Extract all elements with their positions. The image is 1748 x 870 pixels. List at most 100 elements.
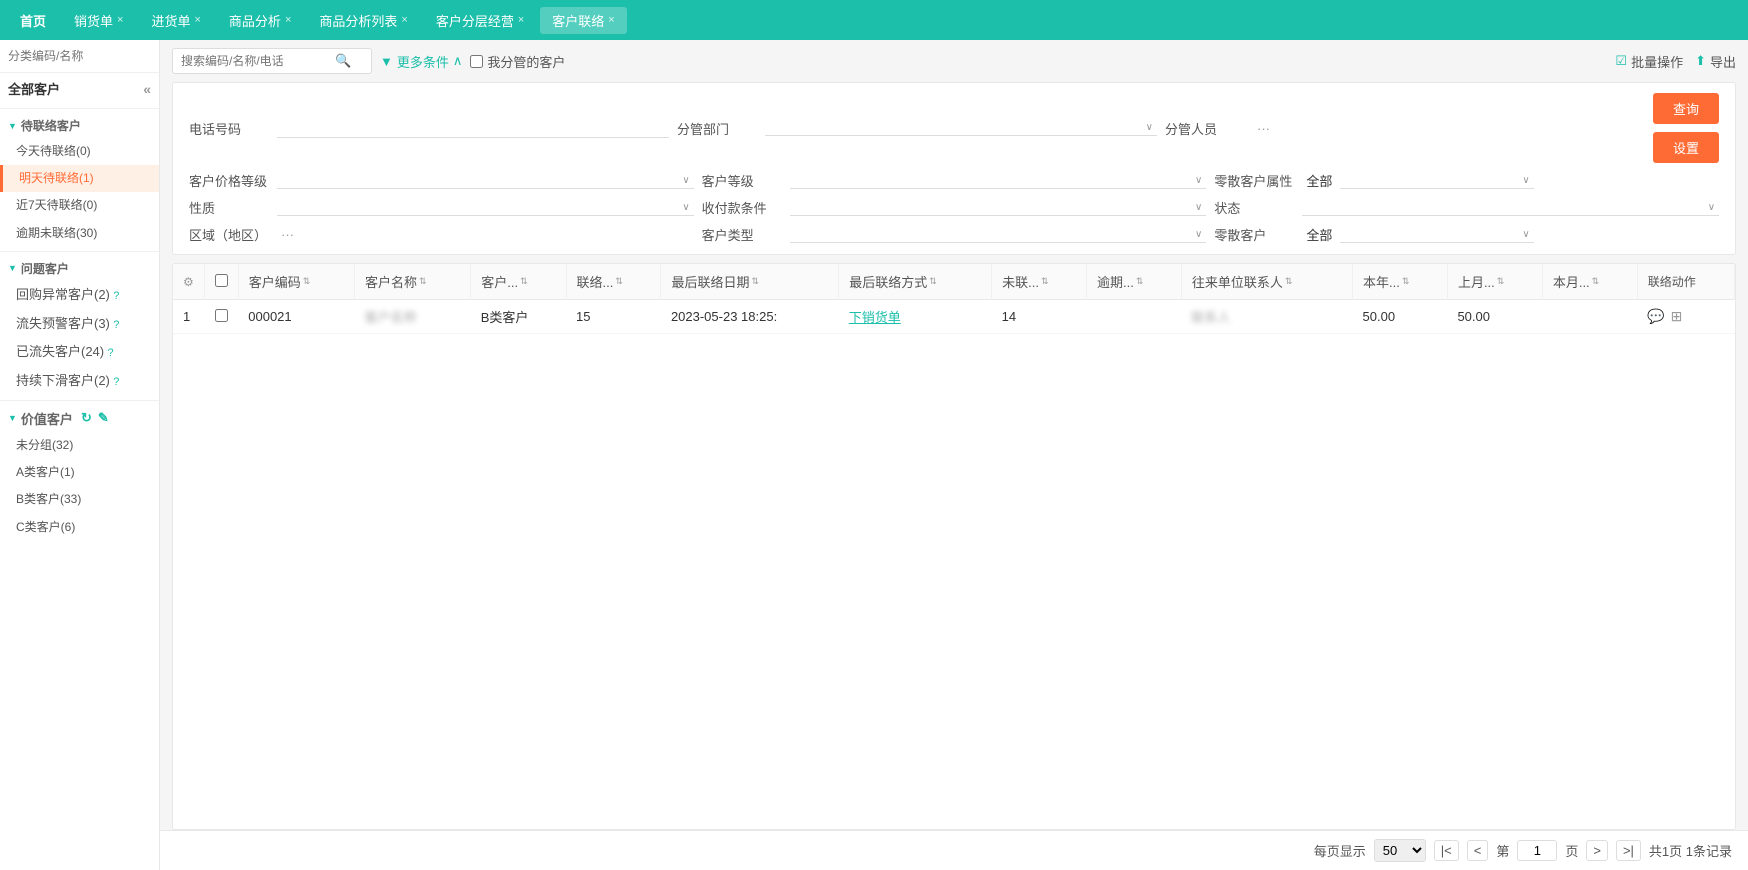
row-action-comment[interactable]: 💬 [1647,308,1664,325]
filter-customer-level-label: 客户等级 [702,171,782,190]
row-actions: 💬 ⊞ [1647,308,1724,325]
sidebar-divider-2 [0,251,159,252]
main-layout: 🔍 全部客户 « 待联络客户 今天待联络(0) 明天待联络(1) 近7天待联络(… [0,40,1748,870]
row-this-month [1542,300,1637,334]
filter-price-level-select[interactable]: ∨ [277,173,694,189]
filter-retail-attr-label: 零散客户属性 [1214,171,1294,190]
close-sales-tab[interactable]: × [117,14,123,26]
sidebar-item-7days[interactable]: 近7天待联络(0) [0,192,159,219]
sidebar-search-area: 🔍 [0,40,159,73]
col-checkbox-all[interactable] [204,264,238,300]
set-button[interactable]: 设置 [1653,132,1719,163]
page-size-select[interactable]: 50 10 20 100 [1374,839,1426,862]
pagination: 每页显示 50 10 20 100 |< < 第 页 > >| 共1页 1条记录 [160,830,1748,870]
query-button[interactable]: 查询 [1653,93,1719,124]
filter-row-4: 区域（地区） ··· 客户类型 ∨ 零散客户 全部 ∨ [189,225,1719,244]
sidebar-item-overdue[interactable]: 逾期未联络(30) [0,220,159,247]
first-page-btn[interactable]: |< [1434,840,1459,861]
row-no: 1 [173,300,204,334]
nav-home[interactable]: 首页 [8,7,58,34]
nav-sales[interactable]: 销货单 × [62,7,135,34]
page-number-input[interactable] [1517,840,1557,861]
filter-status-select[interactable]: ∨ [1302,200,1719,216]
sidebar-item-repurchase[interactable]: 回购异常客户(2) ? [0,281,159,310]
sidebar-item-b-class[interactable]: B类客户(33) [0,486,159,513]
filter-customer-level-select[interactable]: ∨ [790,173,1207,189]
toolbar: 🔍 ▼ 更多条件 ∧ 我分管的客户 ☑ 批量操作 ⬆ 导出 [160,40,1748,82]
sidebar-item-declining[interactable]: 持续下滑客户(2) ? [0,367,159,396]
filter-person: 分管人员 ··· [1165,119,1645,138]
filter-row-1: 电话号码 分管部门 ∨ 分管人员 ··· 查询 设置 [189,93,1719,163]
search-input[interactable] [181,54,331,68]
row-last-month: 50.00 [1447,300,1542,334]
sidebar-item-churned[interactable]: 已流失客户(24) ? [0,338,159,367]
sidebar-search-input[interactable] [8,49,160,63]
filter-person-dots[interactable]: ··· [1253,121,1274,136]
group-label-value: 价值客户 ↻ ✎ [0,405,159,432]
search-icon[interactable]: 🔍 [335,53,351,69]
search-box: 🔍 [172,48,372,74]
nav-product-list[interactable]: 商品分析列表 × [307,7,419,34]
filter-dept-select[interactable]: ∨ [765,120,1157,136]
group-label-waiting: 待联络客户 [0,113,159,138]
row-action-qr[interactable]: ⊞ [1671,308,1683,325]
nav-purchase[interactable]: 进货单 × [139,7,212,34]
filter-phone-input[interactable] [277,118,669,138]
batch-action-label: 批量操作 [1631,52,1683,71]
filter-retail-attr-select[interactable]: ∨ [1340,173,1533,189]
sidebar-item-c-class[interactable]: C类客户(6) [0,514,159,541]
filter-icon: ▼ [380,54,393,69]
col-not-contacted: 未联... ⇅ [992,264,1087,300]
total-label: 共1页 1条记录 [1649,841,1732,860]
filter-retail-attr: 零散客户属性 全部 ∨ [1214,171,1719,190]
nav-product-analysis[interactable]: 商品分析 × [217,7,303,34]
filter-status-label: 状态 [1214,198,1294,217]
filter-dept-label: 分管部门 [677,119,757,138]
nav-customer-contact[interactable]: 客户联络 × [540,7,626,34]
next-page-btn[interactable]: > [1586,840,1608,861]
my-customers-checkbox-area[interactable]: 我分管的客户 [470,52,565,71]
row-last-method[interactable]: 下销货单 [839,300,992,334]
close-product-list-tab[interactable]: × [401,14,407,26]
sidebar-item-a-class[interactable]: A类客户(1) [0,459,159,486]
collapse-icon[interactable]: « [143,81,151,97]
table-row: 1 000021 客户名称 B类客户 15 2023-05-23 18:25: … [173,300,1735,334]
select-all-checkbox[interactable] [215,274,228,287]
row-name: 客户名称 [355,300,471,334]
page-suffix: 页 [1565,841,1578,860]
nav-customer-segment[interactable]: 客户分层经营 × [424,7,536,34]
col-contact-count: 联络... ⇅ [566,264,661,300]
filter-retail-select[interactable]: ∨ [1340,227,1533,243]
all-customers-header[interactable]: 全部客户 « [0,73,159,104]
last-page-btn[interactable]: >| [1616,840,1641,861]
sidebar-item-today[interactable]: 今天待联络(0) [0,138,159,165]
close-customer-segment-tab[interactable]: × [518,14,524,26]
prev-page-btn[interactable]: < [1467,840,1489,861]
filter-payment-select[interactable]: ∨ [790,200,1207,216]
export-btn[interactable]: ⬆ 导出 [1695,52,1736,71]
row-checkbox[interactable] [215,309,228,322]
my-customers-checkbox[interactable] [470,55,483,68]
filter-nature-select[interactable]: ∨ [277,200,694,216]
batch-action-btn[interactable]: ☑ 批量操作 [1615,52,1683,71]
filter-customer-type: 客户类型 ∨ [702,225,1207,244]
col-name: 客户名称 ⇅ [355,264,471,300]
filter-region-dots[interactable]: ··· [277,227,298,242]
my-customers-label: 我分管的客户 [487,52,565,71]
more-filter-btn[interactable]: ▼ 更多条件 ∧ [380,52,462,71]
customer-table: ⚙ 客户编码 ⇅ 客户名称 ⇅ 客户... ⇅ 联络... ⇅ 最后联络日期 ⇅… [173,264,1735,334]
filter-payment: 收付款条件 ∨ [702,198,1207,217]
all-customers-label: 全部客户 [8,79,60,98]
close-product-analysis-tab[interactable]: × [285,14,291,26]
sidebar-item-tomorrow[interactable]: 明天待联络(1) [0,165,159,192]
sidebar-item-ungrouped[interactable]: 未分组(32) [0,432,159,459]
sidebar-item-churn-warning[interactable]: 流失预警客户(3) ? [0,310,159,339]
row-checkbox-cell[interactable] [204,300,238,334]
filter-customer-type-select[interactable]: ∨ [790,227,1207,243]
close-customer-contact-tab[interactable]: × [608,14,614,26]
filter-person-label: 分管人员 [1165,119,1245,138]
top-nav: 首页 销货单 × 进货单 × 商品分析 × 商品分析列表 × 客户分层经营 × … [0,0,1748,40]
col-gear[interactable]: ⚙ [173,264,204,300]
filter-dept: 分管部门 ∨ [677,119,1157,138]
close-purchase-tab[interactable]: × [194,14,200,26]
